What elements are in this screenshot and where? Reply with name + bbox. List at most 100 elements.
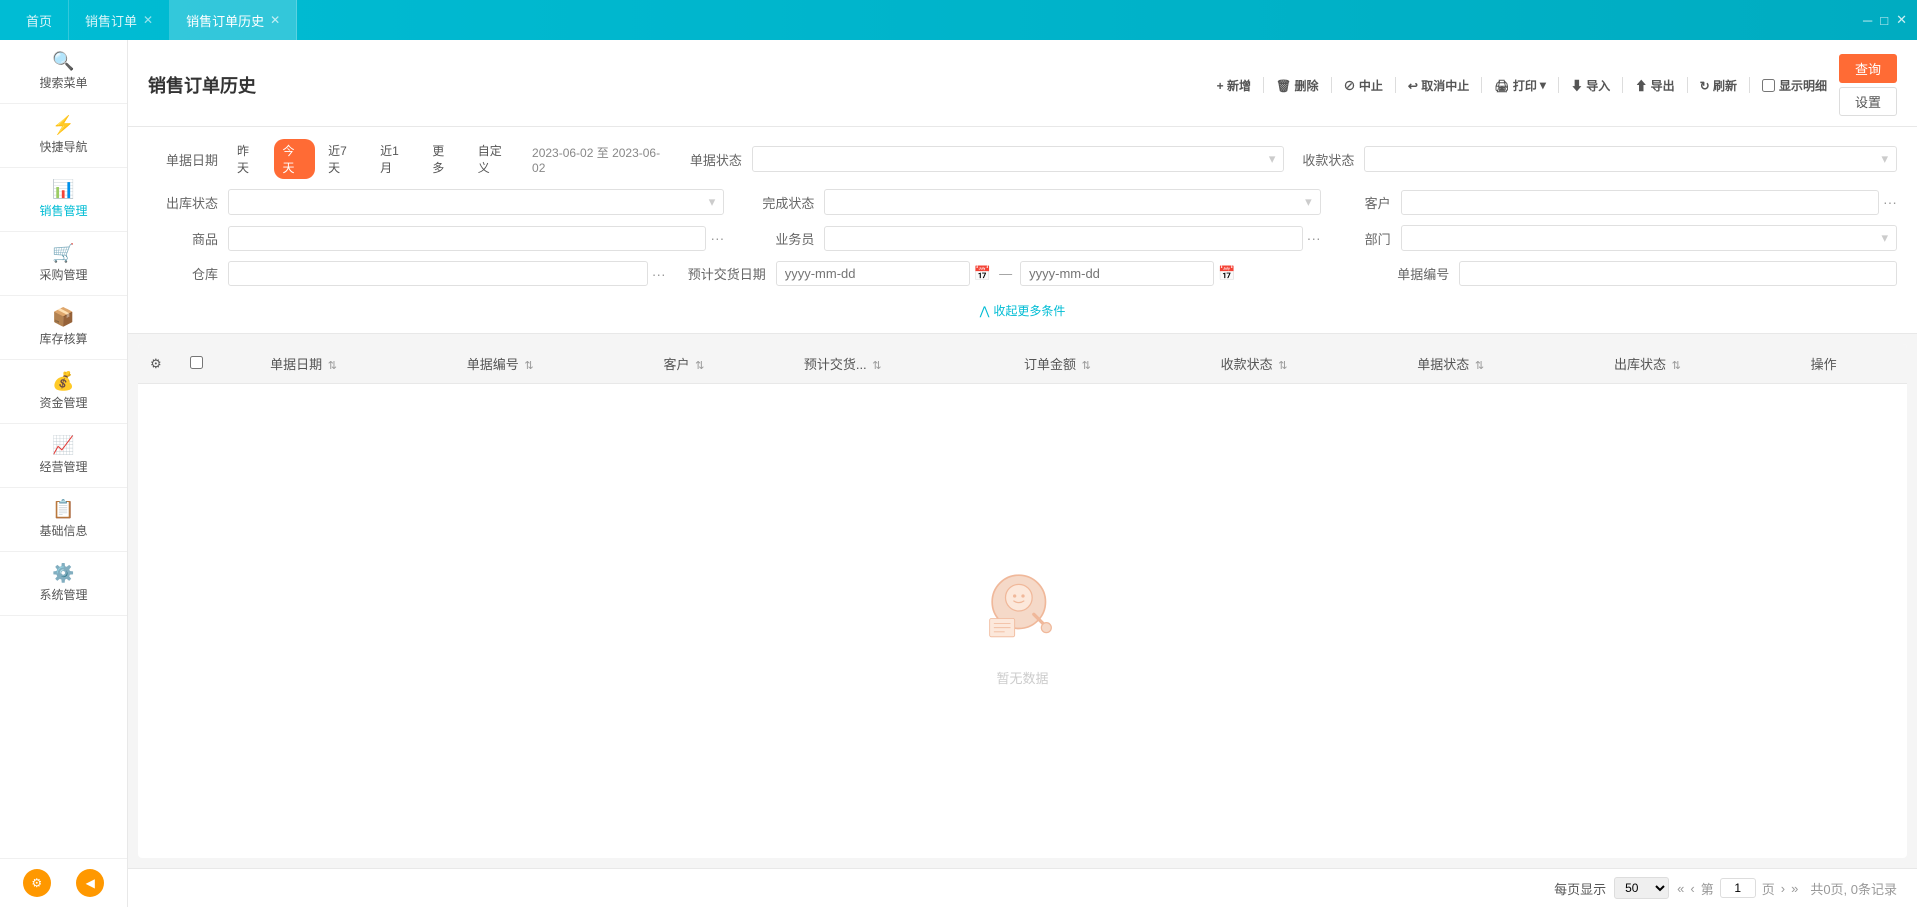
doc-number-input[interactable] bbox=[1459, 261, 1897, 286]
tab-sales-order-history[interactable]: 销售订单历史 ✕ bbox=[170, 0, 297, 40]
refresh-button[interactable]: ↻ 刷新 bbox=[1700, 77, 1737, 94]
minimize-btn[interactable]: ─ bbox=[1863, 13, 1872, 28]
prev-page-btn[interactable]: ‹ bbox=[1690, 881, 1694, 896]
payment-status-select[interactable]: ▾ bbox=[1364, 146, 1897, 172]
tab-sales-order[interactable]: 销售订单 ✕ bbox=[69, 0, 170, 40]
sidebar-item-system-mgmt[interactable]: ⚙️ 系统管理 bbox=[0, 552, 127, 616]
print-button[interactable]: 🖨 打印 ▾ bbox=[1494, 77, 1546, 94]
th-number[interactable]: 单据编号 ⇅ bbox=[455, 344, 652, 384]
filter-label-delivery-status: 出库状态 bbox=[148, 193, 228, 212]
import-button[interactable]: ⬇ 导入 bbox=[1571, 77, 1610, 94]
th-amount[interactable]: 订单金额 ⇅ bbox=[1012, 344, 1209, 384]
sidebar-item-quick-nav[interactable]: ⚡ 快捷导航 bbox=[0, 104, 127, 168]
settings-bottom-btn[interactable]: ⚙ bbox=[23, 869, 51, 897]
th-payment-status[interactable]: 收款状态 ⇅ bbox=[1209, 344, 1406, 384]
page-label2: 页 bbox=[1762, 879, 1775, 898]
warehouse-dots-btn[interactable]: ··· bbox=[652, 266, 666, 282]
filter-label-department: 部门 bbox=[1341, 229, 1401, 248]
inventory-icon: 📦 bbox=[52, 308, 74, 326]
th-delivery-status[interactable]: 出库状态 ⇅ bbox=[1602, 344, 1799, 384]
tab-home[interactable]: 首页 bbox=[10, 0, 69, 40]
date-tab-7days[interactable]: 近7天 bbox=[319, 139, 367, 179]
th-customer[interactable]: 客户 ⇅ bbox=[651, 344, 791, 384]
empty-state: 暂无数据 bbox=[138, 384, 1907, 858]
warehouse-input[interactable] bbox=[228, 261, 648, 286]
filter-row-4: 仓库 ··· 预计交货日期 📅 — 📅 单据编号 bbox=[148, 261, 1897, 286]
empty-state-icon bbox=[973, 556, 1073, 656]
th-number-sort[interactable]: ⇅ bbox=[524, 360, 533, 372]
th-date[interactable]: 单据日期 ⇅ bbox=[258, 344, 455, 384]
th-date-sort[interactable]: ⇅ bbox=[328, 360, 337, 372]
doc-status-select[interactable]: ▾ bbox=[752, 146, 1285, 172]
sidebar-item-basic-info[interactable]: 📋 基础信息 bbox=[0, 488, 127, 552]
customer-input[interactable] bbox=[1401, 190, 1879, 215]
tab-sales-order-close[interactable]: ✕ bbox=[143, 13, 153, 27]
sidebar-item-search-menu[interactable]: 🔍 搜索菜单 bbox=[0, 40, 127, 104]
filter-label-warehouse: 仓库 bbox=[148, 264, 228, 283]
calendar-end-icon[interactable]: 📅 bbox=[1218, 265, 1235, 282]
table-settings-icon[interactable]: ⚙ bbox=[150, 356, 162, 371]
salesperson-input[interactable] bbox=[824, 226, 1302, 251]
date-tab-custom[interactable]: 自定义 bbox=[469, 139, 522, 179]
sidebar-item-operations[interactable]: 📈 经营管理 bbox=[0, 424, 127, 488]
collapse-bottom-btn[interactable]: ◀ bbox=[76, 869, 104, 897]
th-payment-status-sort[interactable]: ⇅ bbox=[1278, 360, 1287, 372]
salesperson-dots-btn[interactable]: ··· bbox=[1307, 230, 1321, 246]
th-customer-sort[interactable]: ⇅ bbox=[695, 360, 704, 372]
table-header-row: ⚙ 单据日期 ⇅ 单据编号 ⇅ bbox=[138, 344, 1907, 384]
th-delivery-status-sort[interactable]: ⇅ bbox=[1672, 360, 1681, 372]
th-doc-status-sort[interactable]: ⇅ bbox=[1475, 360, 1484, 372]
stop-button[interactable]: ⊘ 中止 bbox=[1344, 77, 1383, 94]
select-all-checkbox[interactable] bbox=[190, 356, 203, 369]
filter-label-salesperson: 业务员 bbox=[744, 229, 824, 248]
filter-row-3: 商品 ··· 业务员 ··· 部门 ▾ bbox=[148, 225, 1897, 251]
next-page-btn[interactable]: › bbox=[1781, 881, 1785, 896]
date-tab-more[interactable]: 更多 bbox=[423, 139, 465, 179]
th-settings[interactable]: ⚙ bbox=[138, 344, 178, 384]
delete-button[interactable]: 🗑 删除 bbox=[1276, 77, 1319, 94]
delivery-date-start-input[interactable] bbox=[776, 261, 970, 286]
customer-dots-btn[interactable]: ··· bbox=[1883, 194, 1897, 210]
department-select[interactable]: ▾ bbox=[1401, 225, 1897, 251]
maximize-btn[interactable]: □ bbox=[1880, 13, 1888, 28]
page-size-select[interactable]: 10 20 50 100 bbox=[1614, 877, 1669, 899]
date-tab-1month[interactable]: 近1月 bbox=[371, 139, 419, 179]
collapse-conditions-btn[interactable]: ⋀ 收起更多条件 bbox=[148, 296, 1897, 321]
first-page-btn[interactable]: « bbox=[1677, 881, 1684, 896]
divider1 bbox=[1263, 77, 1264, 93]
display-detail-input[interactable] bbox=[1762, 79, 1775, 92]
delivery-status-select[interactable]: ▾ bbox=[228, 189, 724, 215]
date-tab-yesterday[interactable]: 昨天 bbox=[228, 139, 270, 179]
th-amount-sort[interactable]: ⇅ bbox=[1082, 360, 1091, 372]
product-input[interactable] bbox=[228, 226, 706, 251]
last-page-btn[interactable]: » bbox=[1791, 881, 1798, 896]
tab-sales-order-history-close[interactable]: ✕ bbox=[270, 13, 280, 27]
divider6 bbox=[1622, 77, 1623, 93]
add-button[interactable]: + 新增 bbox=[1217, 77, 1251, 94]
display-detail-checkbox[interactable]: 显示明细 bbox=[1762, 77, 1827, 94]
sidebar-item-quick-nav-label: 快捷导航 bbox=[39, 138, 87, 155]
sidebar-item-inventory[interactable]: 📦 库存核算 bbox=[0, 296, 127, 360]
th-delivery-sort[interactable]: ⇅ bbox=[872, 360, 881, 372]
date-tab-today[interactable]: 今天 bbox=[274, 139, 316, 179]
collapse-label: 收起更多条件 bbox=[993, 302, 1065, 319]
complete-status-select[interactable]: ▾ bbox=[824, 189, 1320, 215]
th-checkbox[interactable] bbox=[178, 344, 258, 384]
th-doc-status[interactable]: 单据状态 ⇅ bbox=[1405, 344, 1602, 384]
calendar-start-icon[interactable]: 📅 bbox=[974, 265, 991, 282]
query-button[interactable]: 查询 bbox=[1839, 54, 1897, 83]
product-dots-btn[interactable]: ··· bbox=[710, 230, 724, 246]
export-button[interactable]: ⬆ 导出 bbox=[1635, 77, 1674, 94]
page-number-input[interactable] bbox=[1720, 878, 1756, 898]
th-delivery[interactable]: 预计交货... ⇅ bbox=[792, 344, 1012, 384]
window-close-btn[interactable]: ✕ bbox=[1896, 12, 1907, 28]
sidebar-item-finance[interactable]: 💰 资金管理 bbox=[0, 360, 127, 424]
sidebar-item-purchase-mgmt[interactable]: 🛒 采购管理 bbox=[0, 232, 127, 296]
cancel-stop-button[interactable]: ↩ 取消中止 bbox=[1408, 77, 1469, 94]
setting-button[interactable]: 设置 bbox=[1839, 87, 1897, 116]
content-area: 销售订单历史 + 新增 🗑 删除 ⊘ 中止 ↩ 取消中止 🖨 打印 ▾ ⬇ 导入… bbox=[128, 40, 1917, 907]
sidebar-item-sales-mgmt[interactable]: 📊 销售管理 bbox=[0, 168, 127, 232]
filter-row-1: 单据日期 昨天 今天 近7天 近1月 更多 自定义 2023-06-02 至 2… bbox=[148, 139, 1897, 179]
delivery-date-end-input[interactable] bbox=[1020, 261, 1214, 286]
window-controls: ─ □ ✕ bbox=[1863, 12, 1907, 28]
